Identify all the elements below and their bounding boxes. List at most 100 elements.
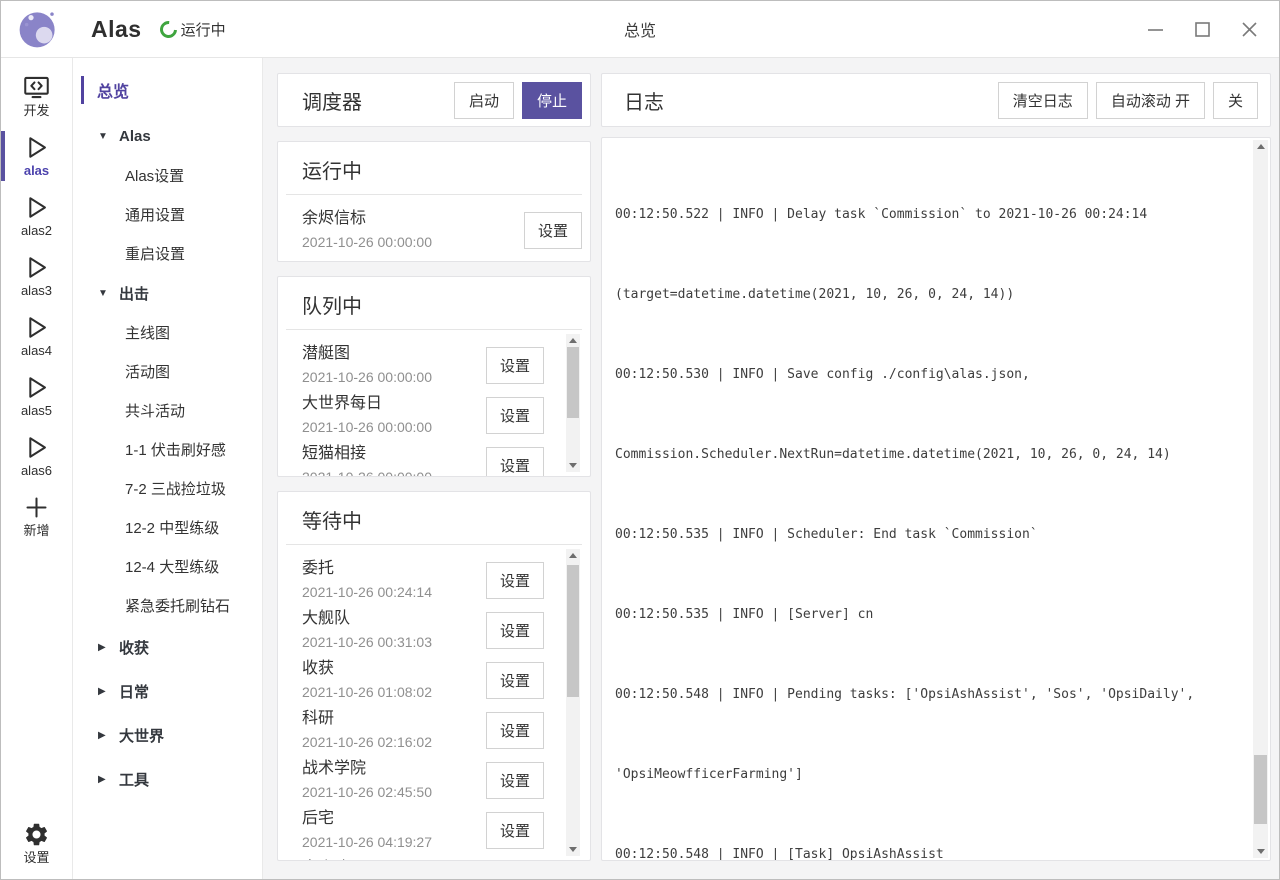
task-row: 余烬信标 2021-10-26 00:00:00 设置 xyxy=(302,205,582,255)
rail-item[interactable]: alas xyxy=(1,126,72,186)
menu-item[interactable]: 主线图 xyxy=(81,313,262,352)
task-setting-button[interactable]: 设置 xyxy=(486,762,544,799)
menu-sidebar: 总览 Alas Alas设置 通用设置 xyxy=(73,58,263,879)
menu-group-header[interactable]: 工具 xyxy=(81,757,262,801)
task-name: 潜艇图 xyxy=(302,342,478,366)
play-icon xyxy=(23,314,50,341)
scrollbar-up-arrow[interactable] xyxy=(1253,140,1268,153)
menu-group-header[interactable]: 大世界 xyxy=(81,713,262,757)
task-setting-button[interactable]: 设置 xyxy=(486,447,544,477)
task-setting-button[interactable]: 设置 xyxy=(486,662,544,699)
menu-item[interactable]: 紧急委托刷钻石 xyxy=(81,586,262,625)
task-setting-button[interactable]: 设置 xyxy=(524,212,582,249)
triangle-icon xyxy=(98,730,108,741)
start-button[interactable]: 启动 xyxy=(454,82,514,119)
triangle-icon xyxy=(98,131,108,142)
gear-icon xyxy=(23,821,50,848)
running-title: 运行中 xyxy=(278,155,590,194)
play-icon xyxy=(23,194,50,221)
rail-item[interactable]: 开发 xyxy=(1,66,72,126)
log-line: 'OpsiMeowfficerFarming'] xyxy=(615,765,1240,785)
alas-logo-icon xyxy=(17,8,59,50)
menu-item-overview[interactable]: 总览 xyxy=(81,74,262,106)
scrollbar-down-arrow[interactable] xyxy=(566,843,580,856)
rail-item[interactable]: alas5 xyxy=(1,366,72,426)
menu-item[interactable]: Alas设置 xyxy=(81,156,262,195)
clear-log-button[interactable]: 清空日志 xyxy=(998,82,1088,119)
menu-group-label: 大世界 xyxy=(119,725,164,746)
menu-group-header[interactable]: 出击 xyxy=(81,273,262,313)
scrollbar-up-arrow[interactable] xyxy=(566,334,580,347)
menu-item[interactable]: 12-2 中型练级 xyxy=(81,508,262,547)
rail-item[interactable]: alas3 xyxy=(1,246,72,306)
rail-item-label: 开发 xyxy=(23,104,49,118)
scheduler-title: 调度器 xyxy=(302,86,362,115)
scrollbar-down-arrow[interactable] xyxy=(566,459,580,472)
menu-item[interactable]: 活动图 xyxy=(81,352,262,391)
scrollbar-down-arrow[interactable] xyxy=(1253,845,1268,858)
rail-item-label: alas3 xyxy=(21,284,52,298)
log-title: 日志 xyxy=(624,86,664,115)
menu-group-label: 出击 xyxy=(119,283,149,304)
waiting-card: 等待中 委托 2021-10-26 00:24:14 设置 xyxy=(277,491,591,861)
app-title: Alas xyxy=(91,16,142,43)
rail-item-settings[interactable]: 设置 xyxy=(1,813,72,873)
stop-button[interactable]: 停止 xyxy=(522,82,582,119)
task-row: 委托 2021-10-26 00:24:14 设置 xyxy=(302,555,544,605)
minimize-button[interactable] xyxy=(1146,20,1165,39)
autoscroll-off-button[interactable]: 关 xyxy=(1213,82,1258,119)
menu-item[interactable]: 1-1 伏击刷好感 xyxy=(81,430,262,469)
task-row: 大世界每日 2021-10-26 00:00:00 设置 xyxy=(302,390,544,440)
task-row: 后宅 2021-10-26 04:19:27 设置 xyxy=(302,805,544,855)
rail-item[interactable]: alas6 xyxy=(1,426,72,486)
menu-group-header[interactable]: 日常 xyxy=(81,669,262,713)
rail-item[interactable]: alas4 xyxy=(1,306,72,366)
scheduler-column: 调度器 启动 停止 运行中 余烬信标 202 xyxy=(277,73,591,861)
rail-item-label: alas4 xyxy=(21,344,52,358)
menu-group: 出击 主线图 活动图 共斗活动 1-1 伏击刷好感 xyxy=(81,273,262,625)
task-row: 短猫相接 2021-10-26 00:00:00 设置 xyxy=(302,440,544,476)
waiting-scrollbar[interactable] xyxy=(566,549,580,856)
app-window: Alas 运行中 总览 开发 xyxy=(0,0,1280,880)
scrollbar-up-arrow[interactable] xyxy=(566,549,580,562)
rail-item[interactable]: alas2 xyxy=(1,186,72,246)
task-setting-button[interactable]: 设置 xyxy=(486,712,544,749)
rail-item-label: alas2 xyxy=(21,224,52,238)
menu-group: 收获 xyxy=(81,625,262,669)
log-line: (target=datetime.datetime(2021, 10, 26, … xyxy=(615,285,1240,305)
pending-scrollbar[interactable] xyxy=(566,334,580,472)
log-output: 00:12:50.522 | INFO | Delay task `Commis… xyxy=(602,138,1270,861)
menu-group-label: 工具 xyxy=(119,769,149,790)
log-line: Commission.Scheduler.NextRun=datetime.da… xyxy=(615,445,1240,465)
log-scrollbar[interactable] xyxy=(1253,140,1268,858)
task-next-run-time: 2021-10-26 00:00:00 xyxy=(302,466,478,476)
menu-item[interactable]: 通用设置 xyxy=(81,195,262,234)
task-setting-button[interactable]: 设置 xyxy=(486,347,544,384)
menu-group-header[interactable]: 收获 xyxy=(81,625,262,669)
scrollbar-thumb[interactable] xyxy=(567,565,579,697)
rail-item-label: alas xyxy=(24,164,49,178)
scrollbar-thumb[interactable] xyxy=(1254,755,1267,824)
menu-item[interactable]: 12-4 大型练级 xyxy=(81,547,262,586)
log-header-bar: 日志 清空日志 自动滚动 开 关 xyxy=(601,73,1271,127)
task-next-run-time: 2021-10-26 00:00:00 xyxy=(302,366,478,388)
task-setting-button[interactable]: 设置 xyxy=(486,812,544,849)
menu-item[interactable]: 重启设置 xyxy=(81,234,262,273)
play-icon xyxy=(23,134,50,161)
task-setting-button[interactable]: 设置 xyxy=(486,612,544,649)
code-monitor-icon xyxy=(23,74,50,101)
menu-item[interactable]: 7-2 三战捡垃圾 xyxy=(81,469,262,508)
task-row: 科研 2021-10-26 02:16:02 设置 xyxy=(302,705,544,755)
titlebar: Alas 运行中 总览 xyxy=(1,1,1279,58)
autoscroll-on-button[interactable]: 自动滚动 开 xyxy=(1096,82,1205,119)
menu-group: 工具 xyxy=(81,757,262,801)
scrollbar-thumb[interactable] xyxy=(567,347,579,418)
maximize-button[interactable] xyxy=(1193,20,1212,39)
rail-item[interactable]: 新增 xyxy=(1,486,72,546)
task-setting-button[interactable]: 设置 xyxy=(486,562,544,599)
scheduler-bar: 调度器 启动 停止 xyxy=(277,73,591,127)
menu-group-header[interactable]: Alas xyxy=(81,116,262,156)
task-setting-button[interactable]: 设置 xyxy=(486,397,544,434)
close-button[interactable] xyxy=(1240,20,1259,39)
menu-item[interactable]: 共斗活动 xyxy=(81,391,262,430)
